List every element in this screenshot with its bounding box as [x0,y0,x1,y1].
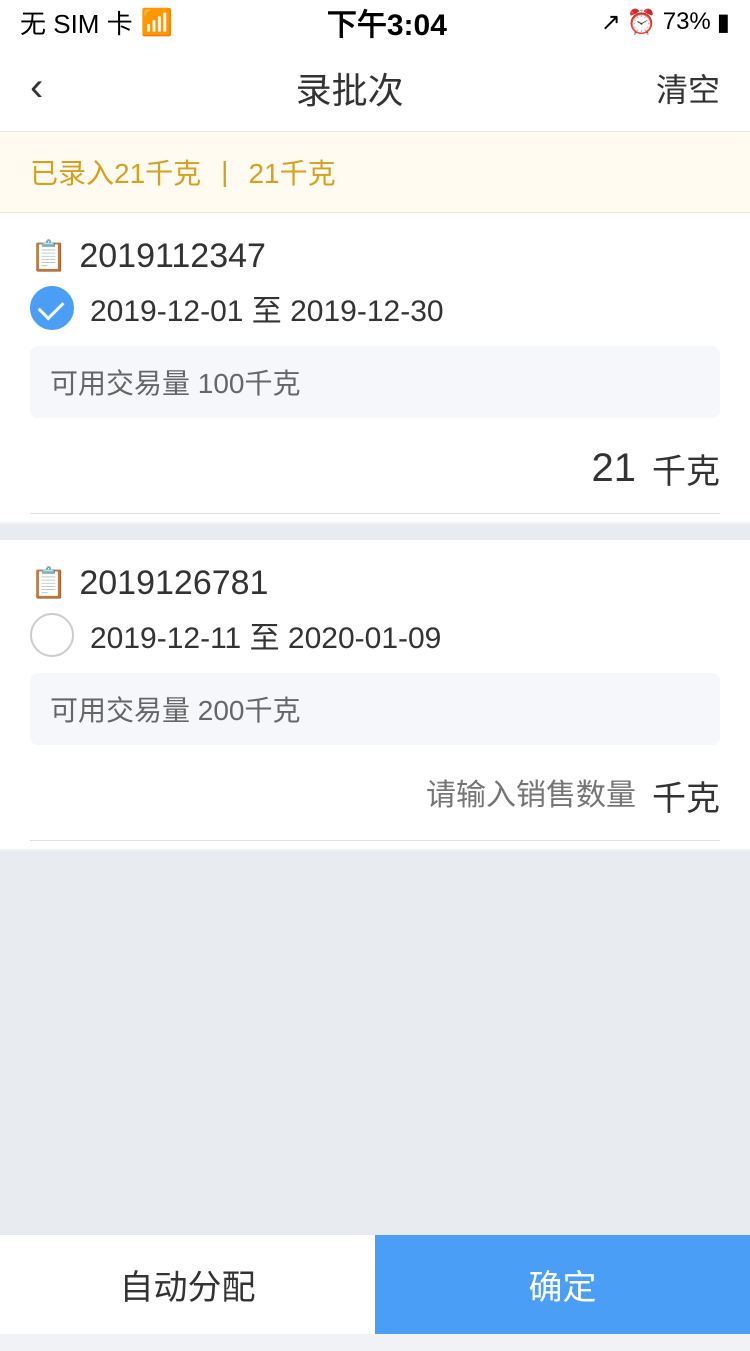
batch-1-available: 可用交易量 100千克 [30,346,720,418]
batch-1-date: 2019-12-01 至 2019-12-30 [90,286,444,330]
batch-1-number: 2019112347 [79,237,266,276]
batch-2-date: 2019-12-11 至 2020-01-09 [90,613,441,657]
nav-bar: ‹ 录批次 清空 [0,44,750,132]
status-bar: 无 SIM 卡 📶 下午3:04 ↗ ⏰ 73% ▮ [0,0,750,44]
batch-card-1: 📋 2019112347 2019-12-01 至 2019-12-30 可用交… [0,213,750,522]
batch-1-radio[interactable] [30,286,74,330]
batch-1-quantity-unit: 千克 [652,444,720,493]
summary-divider: | [221,156,228,188]
confirm-button[interactable]: 确定 [375,1235,750,1334]
batch-2-icon: 📋 [30,566,67,601]
batch-1-underline [30,513,720,514]
status-right: ↗ ⏰ 73% ▮ [601,8,730,37]
batch-1-quantity-value: 21 [592,446,637,491]
batch-2-quantity-unit: 千克 [652,771,720,820]
batch-2-quantity-row: 千克 [0,761,750,840]
back-button[interactable]: ‹ [30,65,43,110]
no-sim-text: 无 SIM 卡 [20,4,133,41]
wifi-icon: 📶 [141,7,173,38]
summary-bar: 已录入21千克 | 21千克 [0,132,750,213]
batch-2-underline [30,840,720,841]
batch-2-number: 2019126781 [79,564,268,603]
batch-2-available: 可用交易量 200千克 [30,673,720,745]
footer: 自动分配 确定 [0,1234,750,1334]
clear-button[interactable]: 清空 [656,65,720,111]
section-divider [0,524,750,540]
auto-distribute-button[interactable]: 自动分配 [0,1235,375,1334]
batch-1-date-row: 2019-12-01 至 2019-12-30 [0,286,750,346]
bottom-space [0,851,750,1251]
alarm-icon: ⏰ [627,8,657,37]
summary-recorded: 已录入21千克 [30,152,201,192]
batch-card-2: 📋 2019126781 2019-12-11 至 2020-01-09 可用交… [0,540,750,849]
status-left: 无 SIM 卡 📶 [20,4,173,41]
summary-total: 21千克 [248,152,335,192]
battery-icon: ▮ [717,8,730,37]
page-title: 录批次 [296,62,404,114]
status-time: 下午3:04 [327,0,447,44]
batch-2-quantity-input[interactable] [30,779,636,813]
location-icon: ↗ [601,8,621,37]
batch-1-header: 📋 2019112347 [0,213,750,286]
batch-1-icon: 📋 [30,239,67,274]
battery-text: 73% [663,8,711,36]
batch-1-quantity-row: 21 千克 [0,434,750,513]
batch-2-radio[interactable] [30,613,74,657]
batch-2-header: 📋 2019126781 [0,540,750,613]
batch-2-date-row: 2019-12-11 至 2020-01-09 [0,613,750,673]
